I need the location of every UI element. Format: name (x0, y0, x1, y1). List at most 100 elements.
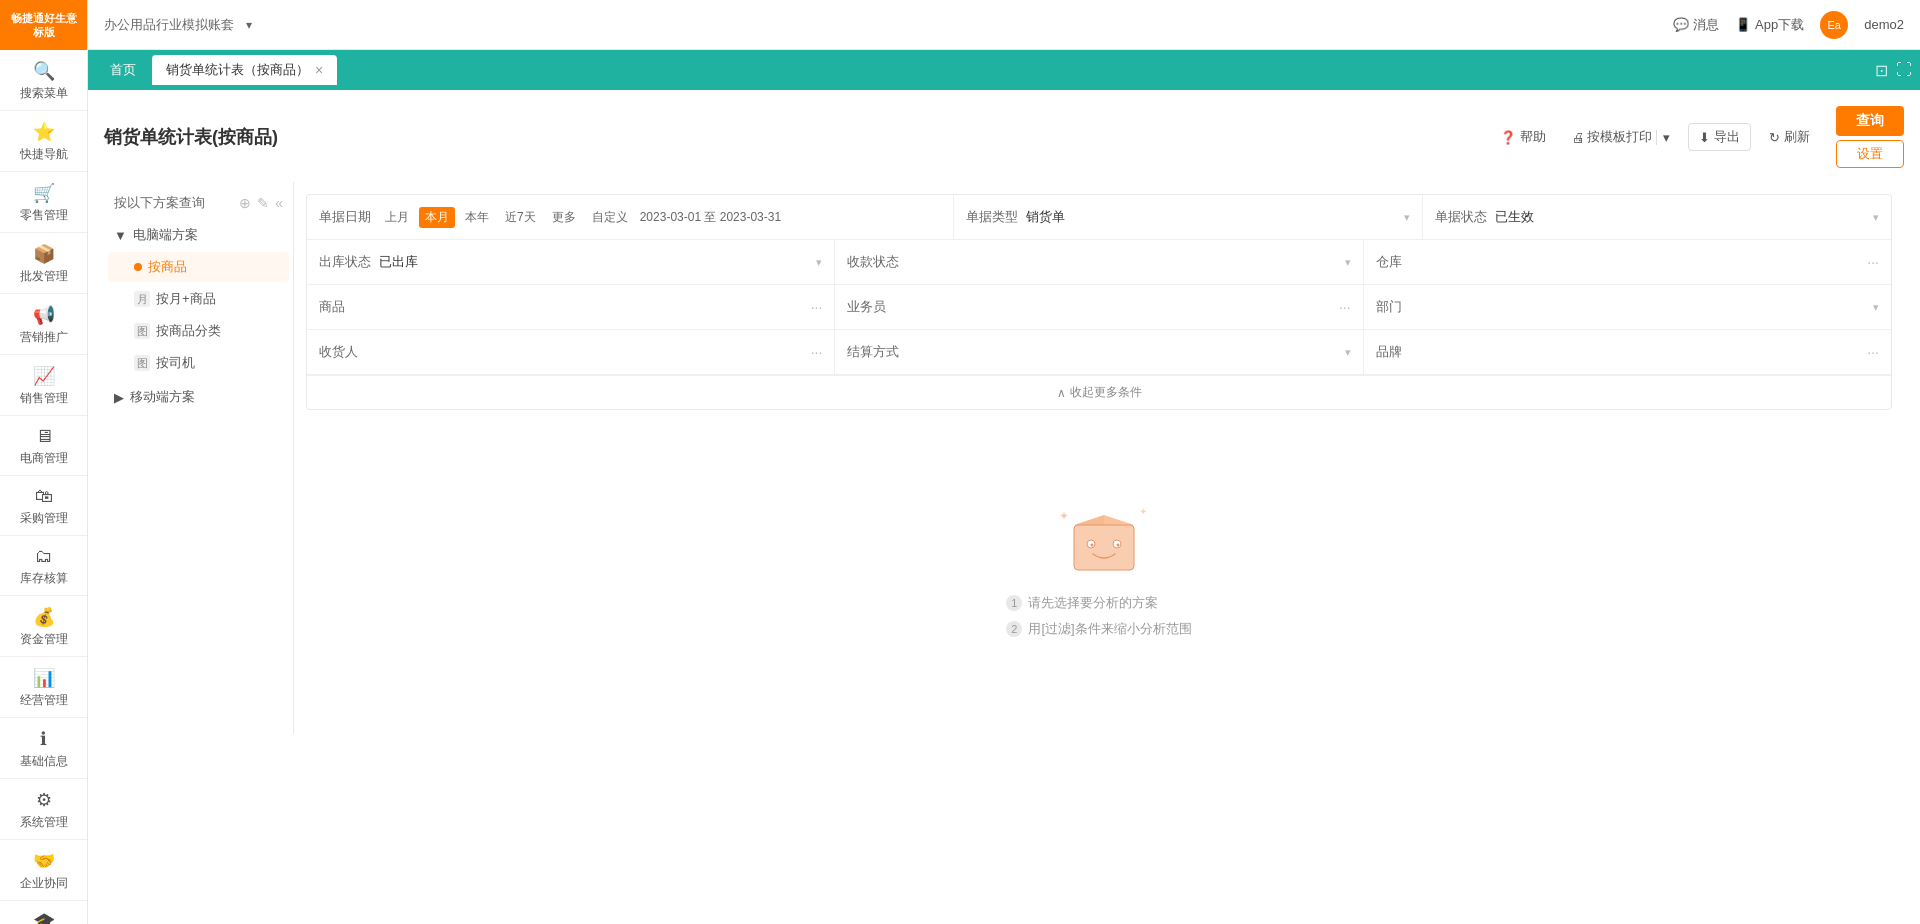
avatar[interactable]: Ea (1820, 11, 1848, 39)
filter-cell-salesperson: 业务员 ··· (835, 285, 1363, 329)
help-button[interactable]: ❓ 帮助 (1492, 124, 1554, 150)
body-layout: 按以下方案查询 ⊕ ✎ « ▼ 电脑端方案 (104, 182, 1904, 734)
receiver-dots[interactable]: ··· (811, 344, 823, 360)
collapse-button[interactable]: ∧ 收起更多条件 (1057, 384, 1142, 401)
sidebar-item-corp[interactable]: 🤝企业协同 (0, 840, 87, 901)
add-scheme-icon[interactable]: ⊕ (239, 195, 251, 211)
shortcut-more[interactable]: 更多 (546, 207, 582, 228)
status-value[interactable]: 已生效 ▾ (1495, 208, 1879, 226)
topbar: 办公用品行业模拟账套 ▾ 💬 消息 📱 App下载 Ea demo2 (88, 0, 1920, 50)
filter-cell-dept: 部门 ▾ (1364, 285, 1891, 329)
scheme-item-by-driver[interactable]: 图 按司机 (108, 348, 289, 378)
warehouse-label: 仓库 (1376, 253, 1436, 271)
shortcut-this-month[interactable]: 本月 (419, 207, 455, 228)
sidebar-item-finance[interactable]: 💰资金管理 (0, 596, 87, 657)
sidebar-item-sales[interactable]: 📈销售管理 (0, 355, 87, 416)
print-button[interactable]: 🖨 按模板打印 ▾ (1564, 124, 1678, 150)
date-value: 上月 本月 本年 近7天 更多 自定义 2023-03-01 至 2023-03… (379, 207, 941, 228)
export-button[interactable]: ⬇ 导出 (1688, 123, 1751, 151)
outbound-value[interactable]: 已出库 ▾ (379, 253, 822, 271)
left-panel-header: 按以下方案查询 ⊕ ✎ « (104, 190, 293, 220)
tip-text-2: 用[过滤]条件来缩小分析范围 (1028, 616, 1191, 642)
sidebar-item-operation[interactable]: 📊经营管理 (0, 657, 87, 718)
sidebar-item-basic[interactable]: ℹ基础信息 (0, 718, 87, 779)
tab-home-label: 首页 (110, 61, 136, 79)
active-indicator (134, 263, 142, 271)
salesperson-dots[interactable]: ··· (1339, 299, 1351, 315)
scheme-group-mobile-arrow: ▶ (114, 390, 124, 405)
print-dropdown-arrow[interactable]: ▾ (1656, 130, 1670, 145)
username: demo2 (1864, 17, 1904, 32)
filter-row-1: 单据日期 上月 本月 本年 近7天 更多 自定义 (307, 195, 1891, 240)
warehouse-value[interactable]: ··· (1436, 254, 1879, 270)
app-download-button[interactable]: 📱 App下载 (1735, 16, 1804, 34)
topbar-dropdown-icon[interactable]: ▾ (246, 18, 252, 32)
dept-value[interactable]: ▾ (1436, 301, 1879, 314)
scheme-item-by-category[interactable]: 图 按商品分类 (108, 316, 289, 346)
tip-num-2: 2 (1006, 621, 1022, 637)
query-button[interactable]: 查询 (1836, 106, 1904, 136)
right-panel: 单据日期 上月 本月 本年 近7天 更多 自定义 (294, 182, 1904, 734)
collapse-icon: ∧ (1057, 386, 1066, 400)
collapse-panel-icon[interactable]: « (275, 195, 283, 211)
left-panel: 按以下方案查询 ⊕ ✎ « ▼ 电脑端方案 (104, 182, 294, 734)
tip-item-1: 1 请先选择要分析的方案 (1006, 590, 1191, 616)
maximize-icon[interactable]: ⛶ (1896, 61, 1912, 80)
shortcut-custom[interactable]: 自定义 (586, 207, 634, 228)
sidebar-nav: 🔍搜索菜单⭐快捷导航🛒零售管理📦批发管理📢营销推广📈销售管理🖥电商管理🛍采购管理… (0, 50, 87, 924)
payment-label: 收款状态 (847, 253, 907, 271)
brand-value[interactable]: ··· (1436, 344, 1879, 360)
scheme-item-by-month-product[interactable]: 月 按月+商品 (108, 284, 289, 314)
status-dropdown-arrow: ▾ (1873, 211, 1879, 224)
sidebar-item-marketing[interactable]: 📢营销推广 (0, 294, 87, 355)
sidebar-item-wholesale[interactable]: 📦批发管理 (0, 233, 87, 294)
sidebar: 畅捷通好生意 标版 🔍搜索菜单⭐快捷导航🛒零售管理📦批发管理📢营销推广📈销售管理… (0, 0, 88, 924)
product-dots[interactable]: ··· (811, 299, 823, 315)
tab-sales-stat-label: 销货单统计表（按商品） (166, 61, 309, 79)
tip-text-1: 请先选择要分析的方案 (1028, 590, 1158, 616)
settings-button[interactable]: 设置 (1836, 140, 1904, 168)
edit-scheme-icon[interactable]: ✎ (257, 195, 269, 211)
scheme-group-desktop-title[interactable]: ▼ 电脑端方案 (104, 220, 293, 250)
message-button[interactable]: 💬 消息 (1673, 16, 1719, 34)
sidebar-item-purchase[interactable]: 🛍采购管理 (0, 476, 87, 536)
scheme-item-icon2: 图 (134, 323, 150, 339)
finance-icon: 💰 (33, 606, 55, 628)
print-icon: 🖨 (1572, 130, 1585, 145)
help-icon: ❓ (1500, 130, 1516, 145)
status-label: 单据状态 (1435, 208, 1495, 226)
shortcut-last-month[interactable]: 上月 (379, 207, 415, 228)
salesperson-value[interactable]: ··· (907, 299, 1350, 315)
shortcut-7days[interactable]: 近7天 (499, 207, 542, 228)
product-value[interactable]: ··· (379, 299, 822, 315)
tab-home[interactable]: 首页 (96, 55, 150, 85)
logo-text: 畅捷通好生意 标版 (11, 11, 77, 40)
sidebar-item-system[interactable]: ⚙系统管理 (0, 779, 87, 840)
scheme-item-by-product[interactable]: 按商品 (108, 252, 289, 282)
warehouse-dots[interactable]: ··· (1867, 254, 1879, 270)
filter-cell-warehouse: 仓库 ··· (1364, 240, 1891, 284)
payment-arrow: ▾ (1345, 256, 1351, 269)
tab-close-icon[interactable]: × (315, 63, 323, 77)
type-value[interactable]: 销货单 ▾ (1026, 208, 1410, 226)
sidebar-item-inventory[interactable]: 🗂库存核算 (0, 536, 87, 596)
payment-value[interactable]: ▾ (907, 256, 1350, 269)
scheme-group-arrow: ▼ (114, 228, 127, 243)
sidebar-item-shortcut[interactable]: ⭐快捷导航 (0, 111, 87, 172)
empty-state: ✦ ✦ 1 请先选择要分析的方案 2 用[过滤]条件来缩小分析范围 (306, 410, 1892, 722)
filter-container: 单据日期 上月 本月 本年 近7天 更多 自定义 (306, 194, 1892, 410)
dept-arrow: ▾ (1873, 301, 1879, 314)
sidebar-item-retail[interactable]: 🛒零售管理 (0, 172, 87, 233)
minimize-icon[interactable]: ⊡ (1875, 61, 1888, 80)
payment-method-value[interactable]: ▾ (907, 346, 1350, 359)
sidebar-item-search[interactable]: 🔍搜索菜单 (0, 50, 87, 111)
brand-dots[interactable]: ··· (1867, 344, 1879, 360)
sidebar-item-ecommerce[interactable]: 🖥电商管理 (0, 416, 87, 476)
tab-sales-stat[interactable]: 销货单统计表（按商品） × (152, 55, 337, 85)
shortcut-this-year[interactable]: 本年 (459, 207, 495, 228)
refresh-button[interactable]: ↻ 刷新 (1761, 124, 1818, 150)
receiver-value[interactable]: ··· (379, 344, 822, 360)
sidebar-item-guide[interactable]: 🎓新手引导 (0, 901, 87, 924)
scheme-group-mobile-title[interactable]: ▶ 移动端方案 (104, 382, 293, 412)
refresh-icon: ↻ (1769, 130, 1780, 145)
